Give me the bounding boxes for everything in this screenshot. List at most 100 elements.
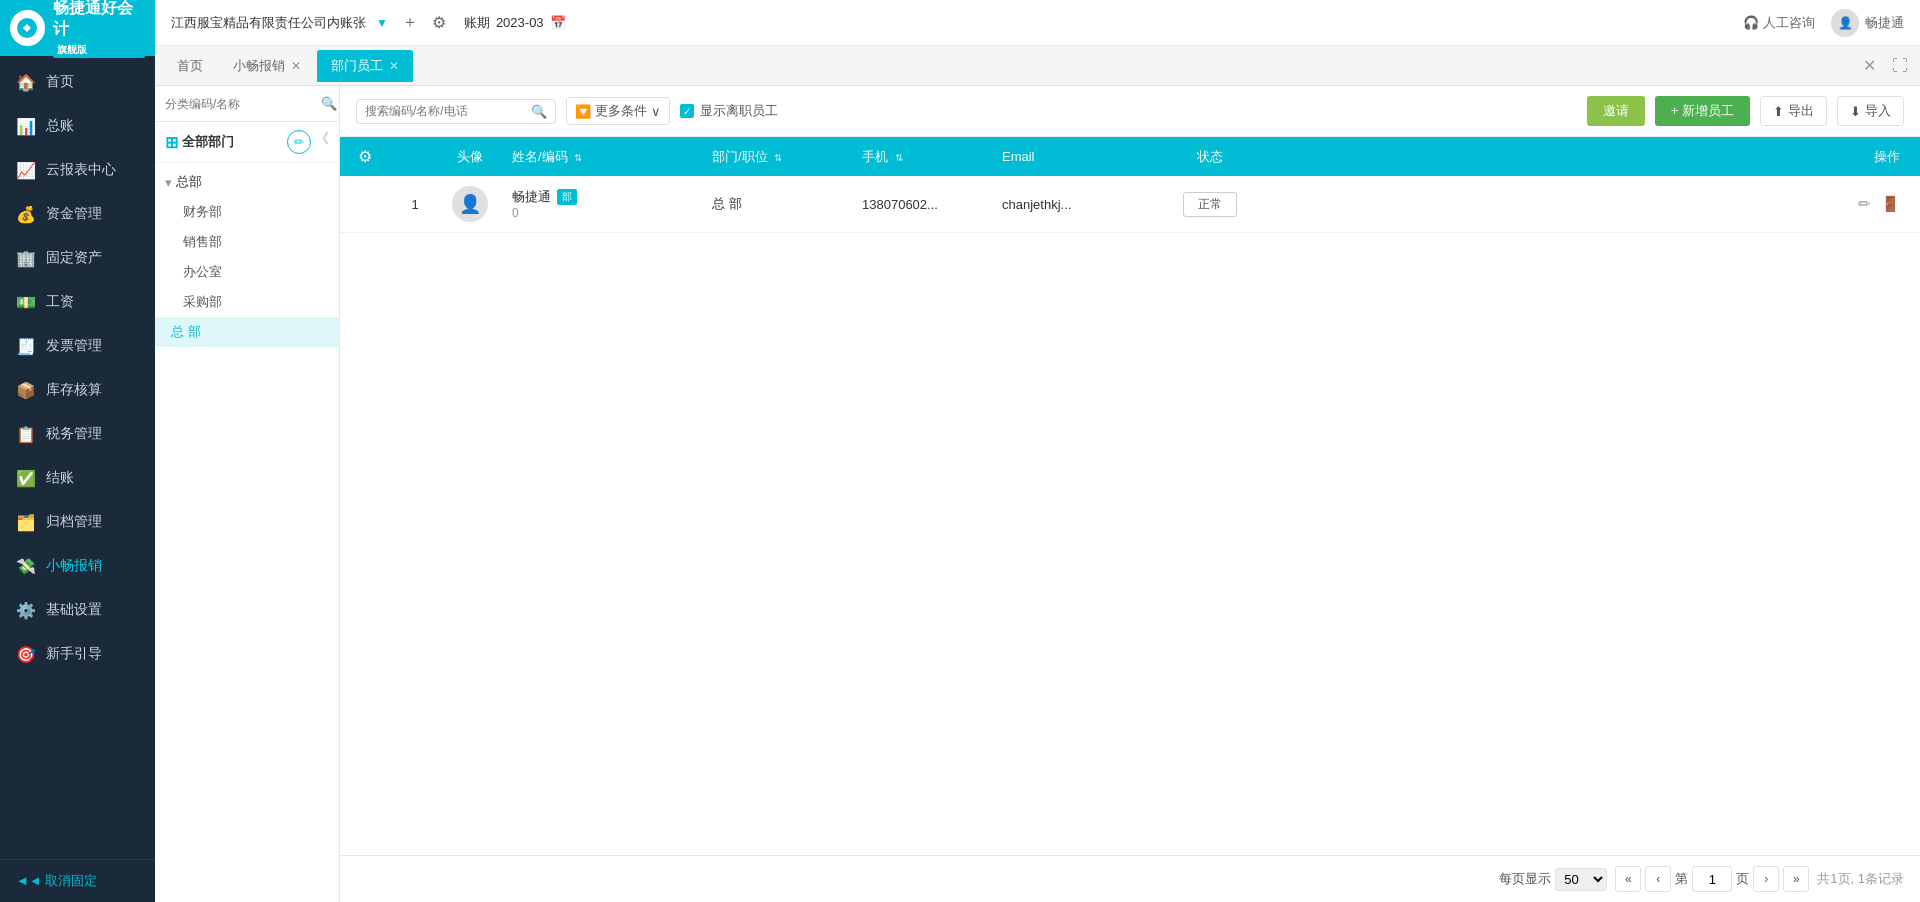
status-badge: 正常 <box>1183 192 1237 217</box>
sidebar-item-label: 发票管理 <box>46 337 102 355</box>
export-button[interactable]: ⬆ 导出 <box>1760 96 1827 126</box>
search-icon[interactable]: 🔍 <box>531 104 547 119</box>
avatar: 👤 <box>452 186 488 222</box>
sort-icon-name: ⇅ <box>574 152 582 163</box>
sidebar-item-label: 归档管理 <box>46 513 102 531</box>
sidebar-item-settings[interactable]: ⚙️ 基础设置 <box>0 588 155 632</box>
tab-close-action[interactable]: ✕ <box>1859 52 1880 79</box>
row-settings <box>340 176 390 233</box>
sidebar-item-label: 总账 <box>46 117 74 135</box>
filter-button[interactable]: 🔽 更多条件 ∨ <box>566 97 670 125</box>
sidebar-item-label: 云报表中心 <box>46 161 116 179</box>
sidebar-unpin[interactable]: ◄◄ 取消固定 <box>0 859 155 902</box>
sidebar-item-label: 基础设置 <box>46 601 102 619</box>
support-label: 人工咨询 <box>1763 14 1815 32</box>
dept-sub-label: 财务部 <box>183 204 222 219</box>
tab-expense-close[interactable]: ✕ <box>291 59 301 73</box>
sidebar-item-tax[interactable]: 📋 税务管理 <box>0 412 155 456</box>
dept-search-icon[interactable]: 🔍 <box>321 96 337 111</box>
invite-button[interactable]: 邀请 <box>1587 96 1645 126</box>
tab-home[interactable]: 首页 <box>163 50 217 82</box>
sidebar-item-assets[interactable]: 🏢 固定资产 <box>0 236 155 280</box>
sidebar-item-inventory[interactable]: 📦 库存核算 <box>0 368 155 412</box>
sidebar-item-funds[interactable]: 💰 资金管理 <box>0 192 155 236</box>
sort-icon-dept: ⇅ <box>774 152 782 163</box>
dept-node-purchase[interactable]: 采购部 <box>155 287 339 317</box>
all-dept-label: 全部部门 <box>182 133 234 151</box>
employee-table: ⚙ 头像 姓名/编码 ⇅ 部门/职位 <box>340 137 1920 233</box>
headset-icon: 🎧 <box>1743 15 1759 30</box>
invoice-icon: 🧾 <box>16 336 36 356</box>
sidebar-item-ledger[interactable]: 📊 总账 <box>0 104 155 148</box>
toolbar-right: 邀请 + 新增员工 ⬆ 导出 ⬇ 导入 <box>1587 96 1904 126</box>
dept-node-general[interactable]: ▾ 总部 <box>155 167 339 197</box>
reports-icon: 📈 <box>16 160 36 180</box>
support-button[interactable]: 🎧 人工咨询 <box>1743 14 1815 32</box>
employee-code: 0 <box>512 206 688 220</box>
last-page-button[interactable]: » <box>1783 866 1809 892</box>
row-name-cell: 畅捷通 部 0 <box>500 176 700 233</box>
dept-node-sales[interactable]: 销售部 <box>155 227 339 257</box>
company-dropdown[interactable]: ▼ <box>376 16 388 30</box>
period-info: 账期 2023-03 📅 <box>464 14 566 32</box>
col-phone[interactable]: 手机 ⇅ <box>850 137 990 176</box>
sidebar-item-invoice[interactable]: 🧾 发票管理 <box>0 324 155 368</box>
row-email-cell: chanjethkj... <box>990 176 1150 233</box>
show-resigned-toggle[interactable]: ✓ 显示离职员工 <box>680 102 778 120</box>
dept-collapse-button[interactable]: 《 <box>315 130 329 154</box>
filter-label: 更多条件 <box>595 102 647 120</box>
topbar-settings-button[interactable]: ⚙ <box>432 13 446 32</box>
period-value: 2023-03 <box>496 15 544 30</box>
dept-node-total[interactable]: 总 部 <box>155 317 339 347</box>
col-dept[interactable]: 部门/职位 ⇅ <box>700 137 850 176</box>
import-label: 导入 <box>1865 102 1891 120</box>
add-employee-button[interactable]: + 新增员工 <box>1655 96 1750 126</box>
tab-dept-employee[interactable]: 部门员工 ✕ <box>317 50 413 82</box>
tab-expense[interactable]: 小畅报销 ✕ <box>219 50 315 82</box>
edit-icon[interactable]: ✏ <box>1858 195 1871 213</box>
employee-table-body: 1 👤 畅捷通 部 0 总 部 <box>340 176 1920 233</box>
next-page-button[interactable]: › <box>1753 866 1779 892</box>
sidebar-item-archive[interactable]: 🗂️ 归档管理 <box>0 500 155 544</box>
sidebar-item-home[interactable]: 🏠 首页 <box>0 60 155 104</box>
resigned-checkbox[interactable]: ✓ <box>680 104 694 118</box>
tab-dept-close[interactable]: ✕ <box>389 59 399 73</box>
sidebar-item-label: 固定资产 <box>46 249 102 267</box>
pagination: « ‹ 第 页 › » <box>1615 866 1809 892</box>
dept-node-office[interactable]: 办公室 <box>155 257 339 287</box>
sidebar-item-closing[interactable]: ✅ 结账 <box>0 456 155 500</box>
sidebar-item-label: 新手引导 <box>46 645 102 663</box>
dept-search-input[interactable] <box>165 97 315 111</box>
all-dept-title: ⊞ 全部部门 <box>165 133 281 152</box>
sidebar-item-expense[interactable]: 💸 小畅报销 <box>0 544 155 588</box>
page-number-input[interactable] <box>1692 866 1732 892</box>
dept-edit-button[interactable]: ✏ <box>287 130 311 154</box>
calendar-icon[interactable]: 📅 <box>550 15 566 30</box>
employee-name: 畅捷通 部 <box>512 188 688 206</box>
user-menu[interactable]: 👤 畅捷通 <box>1831 9 1904 37</box>
add-company-button[interactable]: ＋ <box>398 12 422 33</box>
grid-icon: ⊞ <box>165 133 178 152</box>
import-button[interactable]: ⬇ 导入 <box>1837 96 1904 126</box>
prev-page-button[interactable]: ‹ <box>1645 866 1671 892</box>
logout-icon[interactable]: 🚪 <box>1881 195 1900 213</box>
first-page-button[interactable]: « <box>1615 866 1641 892</box>
sidebar-item-label: 库存核算 <box>46 381 102 399</box>
col-name[interactable]: 姓名/编码 ⇅ <box>500 137 700 176</box>
per-page-dropdown[interactable]: 50 10 20 100 <box>1555 868 1607 891</box>
col-settings[interactable]: ⚙ <box>340 137 390 176</box>
dept-node-finance[interactable]: 财务部 <box>155 197 339 227</box>
table-settings-icon[interactable]: ⚙ <box>358 148 372 165</box>
tab-expense-label: 小畅报销 <box>233 57 285 75</box>
dept-panel: 🔍 ⊞ 全部部门 ✏ 《 ▾ 总部 财务部 <box>155 86 340 902</box>
sidebar-logo: 畅捷通好会计 旗舰版 <box>0 0 155 56</box>
tab-expand-action[interactable]: ⛶ <box>1888 53 1912 79</box>
tabs-actions: ✕ ⛶ <box>1859 52 1912 79</box>
chevron-down-icon: ∨ <box>651 104 661 119</box>
sidebar-item-salary[interactable]: 💵 工资 <box>0 280 155 324</box>
search-input[interactable] <box>365 104 525 118</box>
sidebar-item-reports[interactable]: 📈 云报表中心 <box>0 148 155 192</box>
sidebar-item-guide[interactable]: 🎯 新手引导 <box>0 632 155 676</box>
main-area: 江西服宝精品有限责任公司内账张 ▼ ＋ ⚙ 账期 2023-03 📅 🎧 人工咨… <box>155 0 1920 902</box>
sidebar-item-label: 工资 <box>46 293 74 311</box>
